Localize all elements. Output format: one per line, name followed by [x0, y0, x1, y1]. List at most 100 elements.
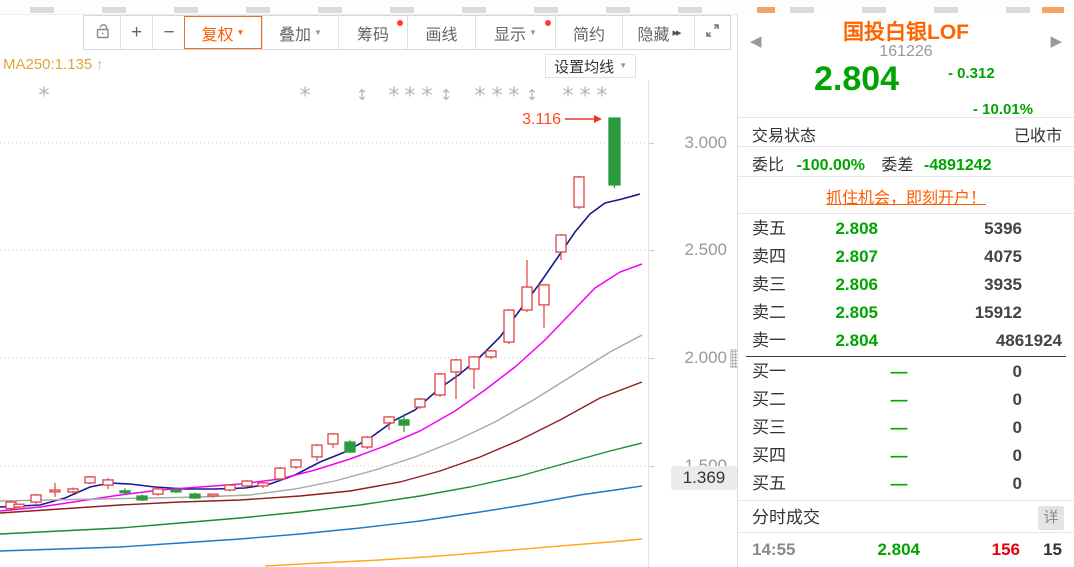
fuquan-label: 复权	[202, 21, 234, 45]
kline-chart-area: MA250:1.135 ↑ 设置均线 ▼ **↕***↕***↕***3.116…	[0, 48, 737, 567]
event-marker-icon: ↕	[526, 86, 539, 104]
open-account-ad-link[interactable]: 抓住机会，即刻开户！	[738, 184, 1074, 208]
divider	[738, 532, 1074, 533]
event-marker-icon: ↕	[356, 86, 369, 104]
event-marker-icon: *	[509, 84, 520, 109]
chevron-down-icon: ▼	[314, 29, 322, 37]
tape-trade-row: 14:55 2.804 156 15	[752, 536, 1062, 564]
axis-label-2000: 2.000	[657, 347, 727, 369]
buy-row-3: 买三 — 0	[752, 414, 1062, 442]
axis-label-3000: 3.000	[657, 132, 727, 154]
minus-icon: −	[163, 22, 174, 44]
divider	[738, 500, 1074, 501]
annotation-arrow-icon	[594, 115, 602, 123]
menu-text-fragments	[30, 7, 720, 13]
event-marker-icon: *	[475, 84, 486, 109]
event-marker-icon: *	[580, 84, 591, 109]
axis-tick	[649, 358, 654, 359]
fullscreen-button[interactable]	[694, 16, 730, 49]
chips-label: 筹码	[357, 21, 389, 45]
buy-row-5: 买五 — 0	[752, 470, 1062, 498]
toolbar-button-overlay[interactable]: 叠加 ▼	[262, 16, 338, 49]
price-change: - 0.312 - 10.01%	[948, 65, 1033, 119]
divider	[738, 176, 1074, 177]
sell-row-3: 卖三 2.806 3935	[752, 271, 1062, 299]
chevron-down-icon: ▼	[237, 29, 245, 37]
double-chevron-right-icon: ▸▸	[672, 26, 679, 39]
last-price: 2.804	[814, 60, 899, 99]
divider	[738, 146, 1074, 147]
weicha-label: 委差	[881, 157, 913, 174]
buy-row-4: 买四 — 0	[752, 442, 1062, 470]
lock-button[interactable]	[84, 16, 120, 49]
sell-row-4: 卖四 2.807 4075	[752, 243, 1062, 271]
event-marker-icon: ↕	[440, 86, 453, 104]
chart-toolbar: + − 复权 ▼ 叠加 ▼ 筹码 画线 显示 ▼ 简约 隐藏 ▸▸	[83, 15, 731, 50]
ma250-orange	[265, 539, 642, 566]
notification-dot-icon	[397, 20, 403, 26]
ma-blue	[0, 486, 642, 551]
toolbar-button-display[interactable]: 显示 ▼	[475, 16, 555, 49]
ma-indicator-row: MA250:1.135 ↑ 设置均线 ▼	[0, 54, 648, 78]
buy-row-1: 买一 — 0	[752, 358, 1062, 386]
tape-title: 分时成交	[752, 503, 820, 528]
last-value-chip: 1.369	[671, 466, 737, 490]
ma-settings-button[interactable]: 设置均线 ▼	[545, 54, 636, 78]
chevron-down-icon: ▼	[619, 62, 627, 70]
price-line	[0, 194, 640, 507]
change-percent: - 10.01%	[973, 101, 1033, 118]
zoom-in-button[interactable]: +	[120, 16, 152, 49]
toolbar-button-fuquan[interactable]: 复权 ▼	[184, 16, 262, 49]
ma250-value: MA250:1.135	[3, 56, 92, 73]
event-marker-icon: *	[39, 84, 50, 109]
ma-gray	[0, 335, 642, 501]
menu-text-fragment-orange	[757, 7, 775, 13]
weicha-value: -4891242	[924, 157, 992, 174]
stock-code: 161226	[738, 43, 1074, 61]
toolbar-button-hide[interactable]: 隐藏 ▸▸	[622, 16, 694, 49]
event-marker-icon: *	[300, 84, 311, 109]
hide-label: 隐藏	[637, 21, 669, 45]
weibi-label: 委比	[752, 157, 784, 174]
buy-row-2: 买二 — 0	[752, 386, 1062, 414]
stock-name: 国投白银LOF	[738, 16, 1074, 46]
zoom-out-button[interactable]: −	[152, 16, 185, 49]
chevron-down-icon: ▼	[529, 29, 537, 37]
clipped-menu-bar	[0, 0, 1074, 15]
ma-settings-label: 设置均线	[554, 56, 614, 77]
toolbar-button-drawline[interactable]: 画线	[407, 16, 475, 49]
bid-ask-separator	[746, 356, 1066, 357]
plus-icon: +	[131, 22, 142, 44]
candlestick-plot[interactable]: **↕***↕***↕***3.116	[0, 80, 648, 567]
weibi-row: 委比 -100.00% 委差 -4891242	[752, 151, 1066, 175]
weibi-value: -100.00%	[796, 157, 865, 174]
toolbar-button-simple[interactable]: 简约	[555, 16, 622, 49]
price-axis: 3.000 2.500 2.000 1.500 1.369	[649, 48, 737, 567]
status-label: 交易状态	[752, 122, 816, 146]
menu-text-fragments	[790, 7, 1040, 13]
lock-open-icon	[94, 21, 111, 44]
simple-label: 简约	[573, 21, 605, 45]
event-marker-icon: *	[597, 84, 608, 109]
divider	[738, 117, 1074, 118]
notification-dot-icon	[545, 20, 551, 26]
overlay-label: 叠加	[279, 21, 311, 45]
axis-tick	[649, 466, 654, 467]
axis-tick	[649, 143, 654, 144]
sell-row-1: 卖一 2.804 4861924	[752, 327, 1062, 355]
event-marker-icon: *	[405, 84, 416, 109]
change-value: - 0.312	[948, 65, 995, 82]
toolbar-button-chips[interactable]: 筹码	[338, 16, 407, 49]
divider	[738, 213, 1074, 214]
display-label: 显示	[494, 21, 526, 45]
menu-text-fragment-orange	[1042, 7, 1064, 13]
event-marker-icon: *	[563, 84, 574, 109]
stock-app-window: + − 复权 ▼ 叠加 ▼ 筹码 画线 显示 ▼ 简约 隐藏 ▸▸	[0, 0, 1074, 567]
tape-detail-button[interactable]: 详	[1038, 506, 1064, 530]
event-marker-icon: *	[422, 84, 433, 109]
axis-tick	[649, 250, 654, 251]
arrow-up-icon: ↑	[96, 56, 103, 72]
quote-panel: ◀ ▶ 国投白银LOF 161226 2.804 - 0.312 - 10.01…	[738, 14, 1074, 567]
expand-icon	[705, 23, 720, 43]
drawline-label: 画线	[425, 21, 457, 45]
